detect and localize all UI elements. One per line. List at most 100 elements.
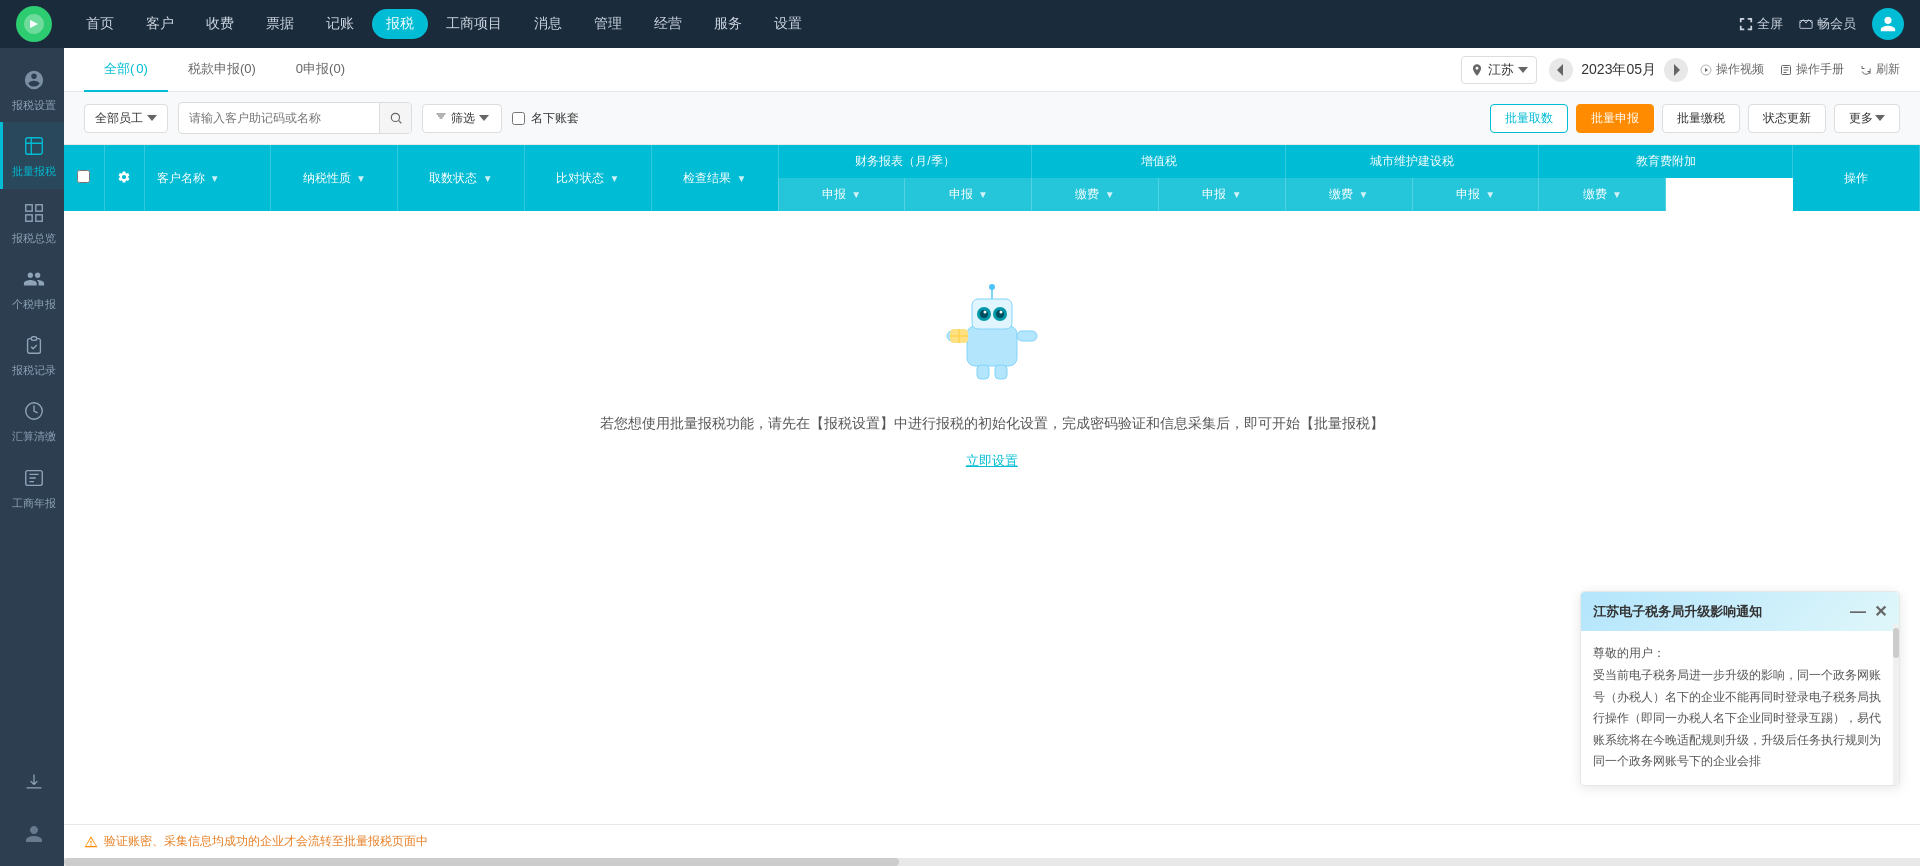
sidebar-item-user-settings[interactable] <box>9 810 56 858</box>
svg-rect-3 <box>25 214 31 220</box>
account-checkbox-input[interactable] <box>512 112 525 125</box>
nav-settings[interactable]: 设置 <box>760 9 816 39</box>
batch-report-button[interactable]: 批量申报 <box>1576 104 1654 133</box>
nav-menu: 首页 客户 收费 票据 记账 报税 工商项目 消息 管理 经营 服务 设置 <box>72 9 1739 39</box>
notification-close-btn[interactable]: ✕ <box>1874 602 1887 621</box>
toolbar-right-actions: 批量取数 批量申报 批量缴税 状态更新 更多 <box>1490 104 1900 133</box>
horizontal-scrollbar[interactable] <box>64 858 1920 866</box>
operation-video-btn[interactable]: 操作视频 <box>1700 61 1764 78</box>
group-header-city-tax: 城市维护建设税 <box>1285 145 1539 178</box>
empty-state-message: 若您想使用批量报税功能，请先在【报税设置】中进行报税的初始化设置，完成密码验证和… <box>84 411 1900 436</box>
nav-accounting[interactable]: 记账 <box>312 9 368 39</box>
status-update-button[interactable]: 状态更新 <box>1748 104 1826 133</box>
top-navigation: 首页 客户 收费 票据 记账 报税 工商项目 消息 管理 经营 服务 设置 全屏… <box>0 0 1920 48</box>
nav-customer[interactable]: 客户 <box>132 9 188 39</box>
notification-panel: 江苏电子税务局升级影响通知 — ✕ 尊敬的用户： 受当前电子税务局进一步升级的影… <box>1580 591 1900 786</box>
search-input[interactable] <box>179 106 379 130</box>
sidebar-item-annual-report[interactable]: 工商年报 <box>0 454 64 520</box>
next-month-btn[interactable] <box>1664 58 1688 82</box>
more-button[interactable]: 更多 <box>1834 104 1900 133</box>
sidebar-label-annual-report: 工商年报 <box>12 496 56 510</box>
tab-bar: 全部(0) 税款申报(0) 0申报(0) 江苏 2023年05月 <box>64 48 1920 92</box>
svg-rect-26 <box>995 365 1007 379</box>
svg-rect-25 <box>977 365 989 379</box>
sidebar-label-settlement: 汇算清缴 <box>12 429 56 443</box>
tax-record-icon <box>20 331 48 359</box>
nav-message[interactable]: 消息 <box>520 9 576 39</box>
svg-rect-1 <box>25 204 31 210</box>
tab-zero-declaration[interactable]: 0申报(0) <box>276 48 365 92</box>
tab-right: 江苏 2023年05月 操作视频 <box>1461 56 1900 84</box>
refresh-btn[interactable]: 刷新 <box>1860 61 1900 78</box>
search-button[interactable] <box>379 103 411 133</box>
search-box <box>178 102 412 134</box>
nav-billing[interactable]: 收费 <box>192 9 248 39</box>
svg-point-9 <box>391 113 399 121</box>
sidebar-item-tax-record[interactable]: 报税记录 <box>0 321 64 387</box>
svg-rect-2 <box>35 204 41 210</box>
svg-point-17 <box>999 311 1002 314</box>
sidebar-item-settlement[interactable]: 汇算清缴 <box>0 387 64 453</box>
svg-rect-21 <box>1017 331 1037 341</box>
nav-tax[interactable]: 报税 <box>372 9 428 39</box>
sidebar-item-tax-overview[interactable]: 报税总览 <box>0 189 64 255</box>
employee-select[interactable]: 全部员工 <box>84 104 168 133</box>
setup-link[interactable]: 立即设置 <box>966 453 1018 468</box>
group-header-financial: 财务报表（月/季） <box>778 145 1032 178</box>
svg-rect-4 <box>35 214 41 220</box>
nav-business[interactable]: 工商项目 <box>432 9 516 39</box>
robot-illustration <box>932 271 1052 391</box>
tab-tax-declaration[interactable]: 税款申报(0) <box>168 48 276 92</box>
batch-fetch-button[interactable]: 批量取数 <box>1490 104 1568 133</box>
sidebar-label-tax-record: 报税记录 <box>12 363 56 377</box>
settings-tax-icon <box>20 66 48 94</box>
notification-scroll-thumb[interactable] <box>1893 628 1899 658</box>
svg-point-16 <box>983 311 986 314</box>
select-all-checkbox[interactable] <box>77 170 90 183</box>
notification-minimize-btn[interactable]: — <box>1850 603 1866 621</box>
prev-month-btn[interactable] <box>1549 58 1573 82</box>
sidebar-bottom <box>9 758 56 858</box>
tab-all[interactable]: 全部(0) <box>84 48 168 92</box>
user-avatar[interactable] <box>1872 8 1904 40</box>
sidebar-label-tax-settings: 报税设置 <box>12 98 56 112</box>
sidebar-item-batch-tax[interactable]: 批量报税 <box>0 122 64 188</box>
region-text: 江苏 <box>1488 61 1514 79</box>
annual-report-icon <box>20 464 48 492</box>
sidebar-item-tax-settings[interactable]: 报税设置 <box>0 56 64 122</box>
nav-home[interactable]: 首页 <box>72 9 128 39</box>
filter-button[interactable]: 筛选 <box>422 104 502 133</box>
nav-management[interactable]: 管理 <box>580 9 636 39</box>
sub-header-edu-pay: 缴费 ▼ <box>1539 178 1666 211</box>
notification-text: 尊敬的用户： 受当前电子税务局进一步升级的影响，同一个政务网账号（办税人）名下的… <box>1593 643 1887 773</box>
sidebar: 报税设置 批量报税 报税总览 个税申报 报税记录 <box>0 48 64 866</box>
bottom-status: 验证账密、采集信息均成功的企业才会流转至批量报税页面中 <box>64 824 1920 858</box>
app-logo <box>16 6 52 42</box>
nav-operation[interactable]: 经营 <box>640 9 696 39</box>
scroll-thumb[interactable] <box>64 858 899 866</box>
sidebar-label-personal-tax: 个税申报 <box>12 297 56 311</box>
notification-scrollbar[interactable] <box>1893 624 1899 785</box>
sub-header-city-report: 申报 ▼ <box>1159 178 1286 211</box>
nav-service[interactable]: 服务 <box>700 9 756 39</box>
personal-tax-icon <box>20 265 48 293</box>
batch-pay-button[interactable]: 批量缴税 <box>1662 104 1740 133</box>
tab-actions: 操作视频 操作手册 刷新 <box>1700 61 1900 78</box>
sub-header-financial-report: 申报 ▼ <box>778 178 905 211</box>
vip-btn[interactable]: 畅会员 <box>1799 15 1856 33</box>
bottom-status-text: 验证账密、采集信息均成功的企业才会流转至批量报税页面中 <box>104 833 428 850</box>
nav-invoice[interactable]: 票据 <box>252 9 308 39</box>
batch-tax-icon <box>20 132 48 160</box>
region-selector[interactable]: 江苏 <box>1461 56 1537 84</box>
operation-manual-btn[interactable]: 操作手册 <box>1780 61 1844 78</box>
data-table: 客户名称 ▼ 纳税性质 ▼ 取数状态 ▼ <box>64 145 1920 530</box>
group-header-education-tax: 教育费附加 <box>1539 145 1793 178</box>
account-checkbox[interactable]: 名下账套 <box>512 110 579 127</box>
sidebar-item-download[interactable] <box>9 758 56 806</box>
toolbar: 全部员工 筛选 名下账套 批量取数 批量申报 批量缴税 <box>64 92 1920 145</box>
operation-header: 操作 <box>1793 145 1920 211</box>
notification-header: 江苏电子税务局升级影响通知 — ✕ <box>1581 592 1899 631</box>
fullscreen-btn[interactable]: 全屏 <box>1739 15 1783 33</box>
sub-header-city-pay: 缴费 ▼ <box>1285 178 1412 211</box>
sidebar-item-personal-tax[interactable]: 个税申报 <box>0 255 64 321</box>
